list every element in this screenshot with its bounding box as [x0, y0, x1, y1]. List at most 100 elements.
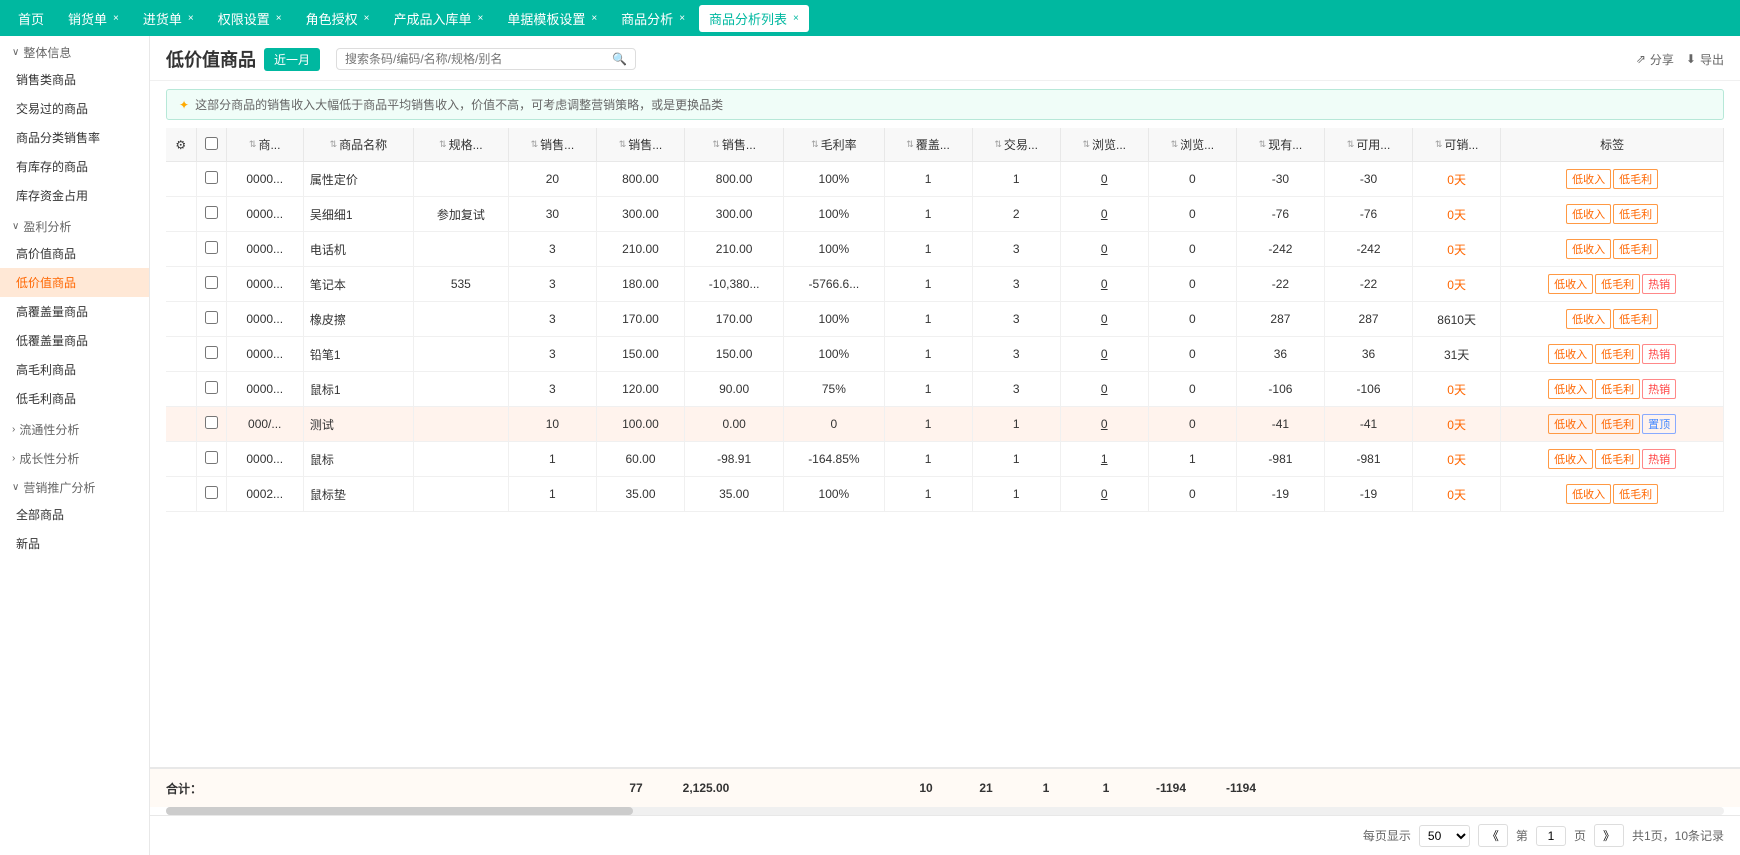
sidebar-item-new-products[interactable]: 新品: [0, 529, 149, 558]
row-checkbox[interactable]: [205, 346, 218, 359]
view1-cell[interactable]: 0: [1060, 232, 1148, 267]
sidebar-group-growth[interactable]: › 成长性分析: [0, 442, 149, 471]
nav-product-analysis[interactable]: 商品分析 ×: [611, 5, 695, 32]
checkbox-cell[interactable]: [196, 407, 226, 442]
nav-sales-order[interactable]: 销货单 ×: [58, 5, 129, 32]
view1-cell[interactable]: 0: [1060, 407, 1148, 442]
row-checkbox[interactable]: [205, 416, 218, 429]
close-icon[interactable]: ×: [679, 13, 685, 24]
view2-cell: 0: [1148, 267, 1236, 302]
checkbox-cell[interactable]: [196, 302, 226, 337]
sidebar-item-all-products[interactable]: 全部商品: [0, 500, 149, 529]
row-checkbox[interactable]: [205, 381, 218, 394]
nav-role-auth[interactable]: 角色授权 ×: [296, 5, 380, 32]
export-button[interactable]: ⬇ 导出: [1686, 51, 1724, 68]
select-all-checkbox[interactable]: [205, 137, 218, 150]
view1-cell[interactable]: 0: [1060, 302, 1148, 337]
view1-cell[interactable]: 0: [1060, 372, 1148, 407]
checkbox-cell[interactable]: [196, 267, 226, 302]
trade-cell: 3: [972, 232, 1060, 267]
view1-cell[interactable]: 0: [1060, 477, 1148, 512]
checkbox-cell[interactable]: [196, 477, 226, 512]
nav-home[interactable]: 首页: [8, 5, 54, 32]
main-layout: ∨ 整体信息 销售类商品 交易过的商品 商品分类销售率 有库存的商品 库存资金占…: [0, 36, 1740, 855]
tags-col-header: 标签: [1501, 128, 1724, 162]
close-icon[interactable]: ×: [477, 13, 483, 24]
close-icon[interactable]: ×: [113, 13, 119, 24]
checkbox-cell[interactable]: [196, 232, 226, 267]
sidebar-item-high-margin[interactable]: 高毛利商品: [0, 355, 149, 384]
checkbox-cell[interactable]: [196, 372, 226, 407]
close-icon[interactable]: ×: [793, 13, 799, 24]
view1-cell[interactable]: 0: [1060, 197, 1148, 232]
row-checkbox[interactable]: [205, 206, 218, 219]
sidebar-item-traded-products[interactable]: 交易过的商品: [0, 94, 149, 123]
view1-cell[interactable]: 0: [1060, 162, 1148, 197]
sidebar-item-in-stock[interactable]: 有库存的商品: [0, 152, 149, 181]
checkbox-cell[interactable]: [196, 442, 226, 477]
sidebar-group-profit[interactable]: ∨ 盈利分析: [0, 210, 149, 239]
nav-product-stock[interactable]: 产成品入库单 ×: [383, 5, 493, 32]
sidebar-item-high-value[interactable]: 高价值商品: [0, 239, 149, 268]
sidebar-group-overall[interactable]: ∨ 整体信息: [0, 36, 149, 65]
close-icon[interactable]: ×: [364, 13, 370, 24]
row-checkbox[interactable]: [205, 276, 218, 289]
next-page-button[interactable]: 》: [1594, 824, 1624, 847]
tag-label: 低收入: [1548, 449, 1593, 469]
view1-link[interactable]: 0: [1101, 417, 1108, 431]
row-checkbox[interactable]: [205, 171, 218, 184]
stock-avail-col-header: ⇅可用...: [1324, 128, 1412, 162]
sidebar-item-stock-funds[interactable]: 库存资金占用: [0, 181, 149, 210]
view1-cell[interactable]: 0: [1060, 337, 1148, 372]
close-icon[interactable]: ×: [188, 13, 194, 24]
page-title: 低价值商品: [166, 46, 256, 72]
view1-link[interactable]: 0: [1101, 277, 1108, 291]
row-checkbox[interactable]: [205, 241, 218, 254]
close-icon[interactable]: ×: [591, 13, 597, 24]
nav-template-setting[interactable]: 单据模板设置 ×: [497, 5, 607, 32]
sidebar-item-low-coverage[interactable]: 低覆盖量商品: [0, 326, 149, 355]
sidebar-group-liquidity[interactable]: › 流通性分析: [0, 413, 149, 442]
sidebar-group-marketing[interactable]: ∨ 营销推广分析: [0, 471, 149, 500]
sidebar-item-category-rate[interactable]: 商品分类销售率: [0, 123, 149, 152]
search-icon[interactable]: 🔍: [612, 52, 627, 66]
view2-cell: 0: [1148, 477, 1236, 512]
nav-permission[interactable]: 权限设置 ×: [208, 5, 292, 32]
row-checkbox[interactable]: [205, 311, 218, 324]
nav-product-analysis-list[interactable]: 商品分析列表 ×: [699, 5, 809, 32]
view1-link[interactable]: 0: [1101, 487, 1108, 501]
row-checkbox[interactable]: [205, 451, 218, 464]
sidebar-item-low-value[interactable]: 低价值商品: [0, 268, 149, 297]
content-header: 低价值商品 近一月 🔍 ⇗ 分享 ⬇ 导出: [150, 36, 1740, 81]
table-container[interactable]: ⚙ ⇅商... ⇅商品名称 ⇅规格...: [150, 128, 1740, 767]
search-input[interactable]: [345, 52, 606, 66]
sidebar-item-sales-products[interactable]: 销售类商品: [0, 65, 149, 94]
view1-cell[interactable]: 0: [1060, 267, 1148, 302]
settings-col-header[interactable]: ⚙: [166, 128, 196, 162]
sidebar-item-high-coverage[interactable]: 高覆盖量商品: [0, 297, 149, 326]
share-button[interactable]: ⇗ 分享: [1636, 51, 1674, 68]
scrollbar-thumb[interactable]: [166, 807, 633, 815]
view1-link[interactable]: 0: [1101, 347, 1108, 361]
sort-icon: ⇅: [439, 139, 447, 150]
view1-cell[interactable]: 1: [1060, 442, 1148, 477]
checkbox-cell[interactable]: [196, 197, 226, 232]
view1-link[interactable]: 0: [1101, 207, 1108, 221]
nav-purchase-order[interactable]: 进货单 ×: [133, 5, 204, 32]
sidebar-item-low-margin[interactable]: 低毛利商品: [0, 384, 149, 413]
time-filter-button[interactable]: 近一月: [264, 48, 320, 71]
page-number-input[interactable]: [1536, 826, 1566, 846]
view1-link[interactable]: 0: [1101, 312, 1108, 326]
close-icon[interactable]: ×: [276, 13, 282, 24]
view1-link[interactable]: 0: [1101, 172, 1108, 186]
stock-cur-cell: -106: [1236, 372, 1324, 407]
page-size-select[interactable]: 50 100 200: [1419, 825, 1470, 847]
checkbox-cell[interactable]: [196, 337, 226, 372]
view1-link[interactable]: 1: [1101, 452, 1108, 466]
checkbox-cell[interactable]: [196, 162, 226, 197]
first-page-button[interactable]: 《: [1478, 824, 1508, 847]
view1-link[interactable]: 0: [1101, 242, 1108, 256]
view1-link[interactable]: 0: [1101, 382, 1108, 396]
checkbox-col-header[interactable]: [196, 128, 226, 162]
row-checkbox[interactable]: [205, 486, 218, 499]
